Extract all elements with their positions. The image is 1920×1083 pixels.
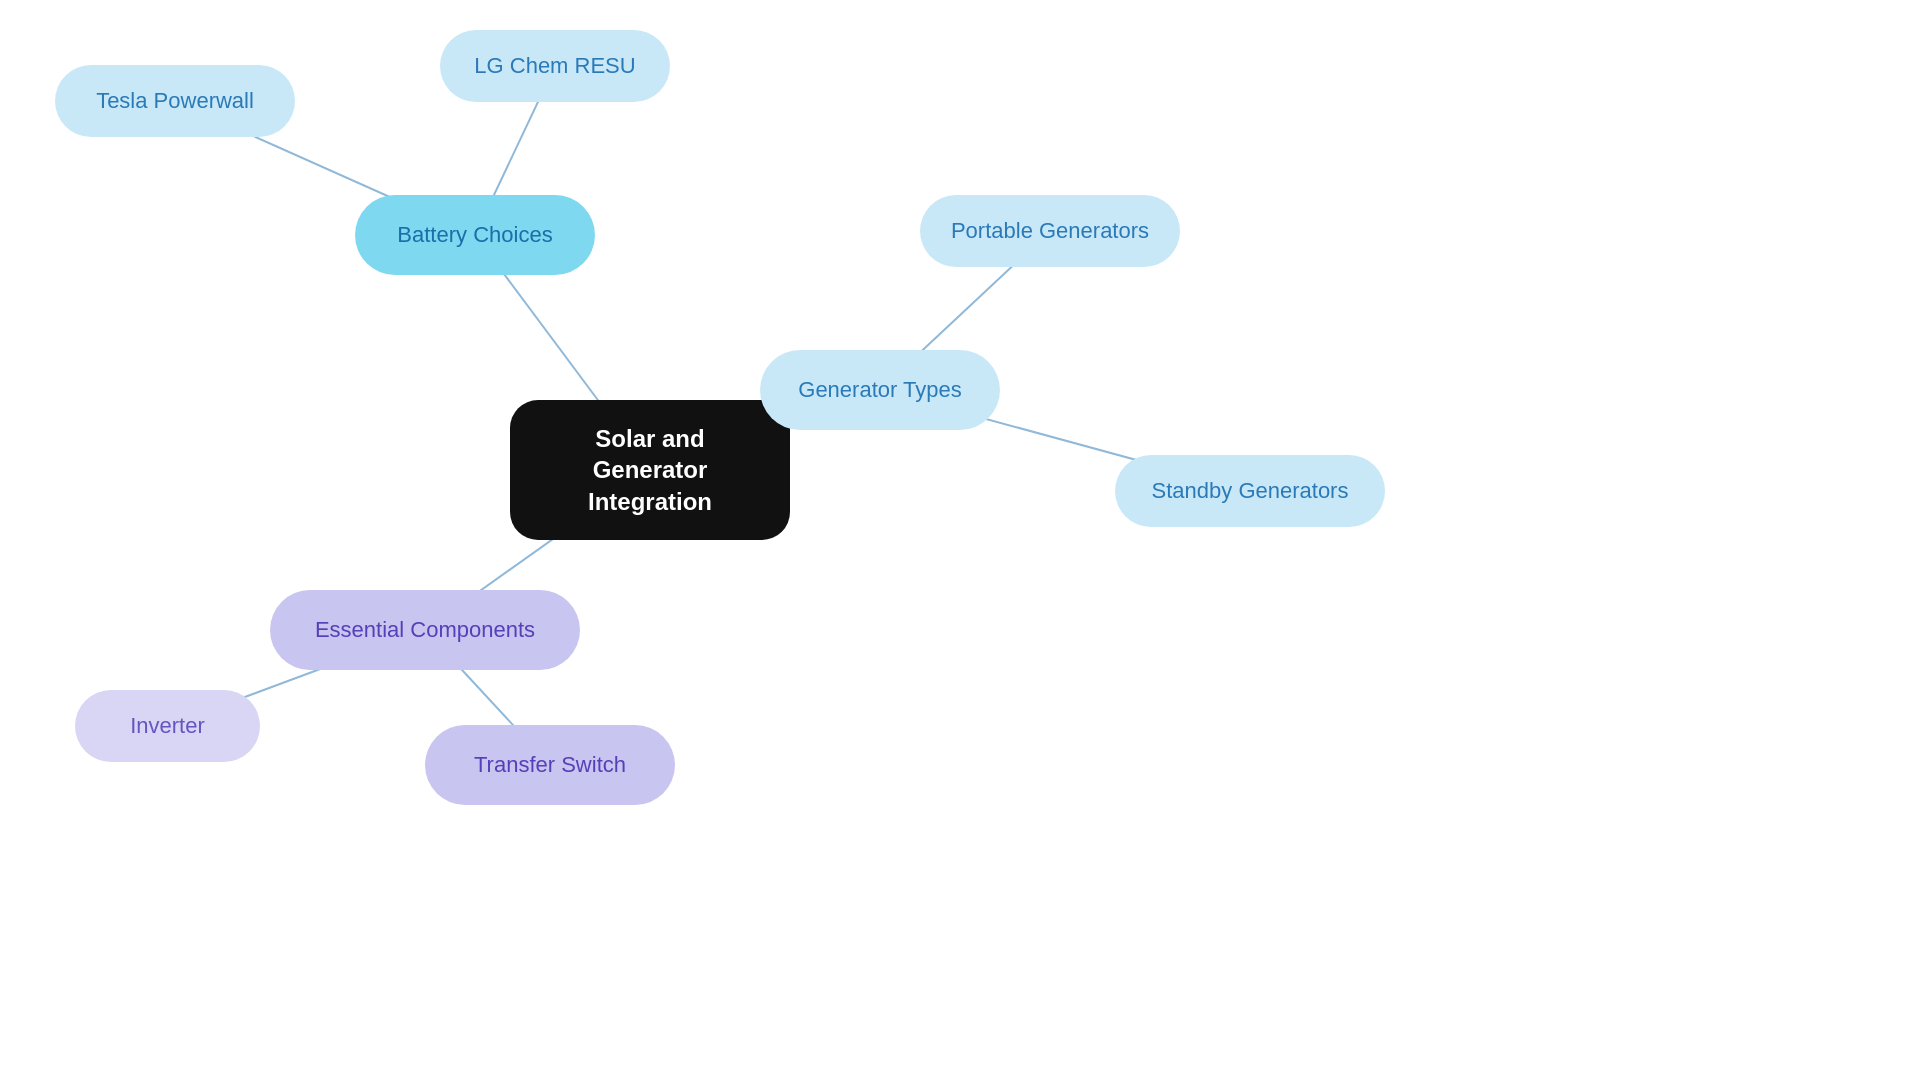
battery-choices-label: Battery Choices bbox=[397, 221, 552, 250]
inverter-label: Inverter bbox=[130, 712, 205, 741]
center-node[interactable]: Solar and Generator Integration bbox=[510, 400, 790, 540]
essential-components-label: Essential Components bbox=[315, 616, 535, 645]
standby-generators-node[interactable]: Standby Generators bbox=[1115, 455, 1385, 527]
inverter-node[interactable]: Inverter bbox=[75, 690, 260, 762]
portable-generators-label: Portable Generators bbox=[951, 217, 1149, 246]
generator-types-label: Generator Types bbox=[798, 376, 961, 405]
battery-choices-node[interactable]: Battery Choices bbox=[355, 195, 595, 275]
transfer-switch-label: Transfer Switch bbox=[474, 751, 626, 780]
lg-chem-node[interactable]: LG Chem RESU bbox=[440, 30, 670, 102]
portable-generators-node[interactable]: Portable Generators bbox=[920, 195, 1180, 267]
generator-types-node[interactable]: Generator Types bbox=[760, 350, 1000, 430]
standby-generators-label: Standby Generators bbox=[1152, 477, 1349, 506]
essential-components-node[interactable]: Essential Components bbox=[270, 590, 580, 670]
lg-chem-label: LG Chem RESU bbox=[474, 52, 635, 81]
center-node-label: Solar and Generator Integration bbox=[538, 423, 762, 517]
transfer-switch-node[interactable]: Transfer Switch bbox=[425, 725, 675, 805]
tesla-powerwall-node[interactable]: Tesla Powerwall bbox=[55, 65, 295, 137]
tesla-powerwall-label: Tesla Powerwall bbox=[96, 87, 254, 116]
